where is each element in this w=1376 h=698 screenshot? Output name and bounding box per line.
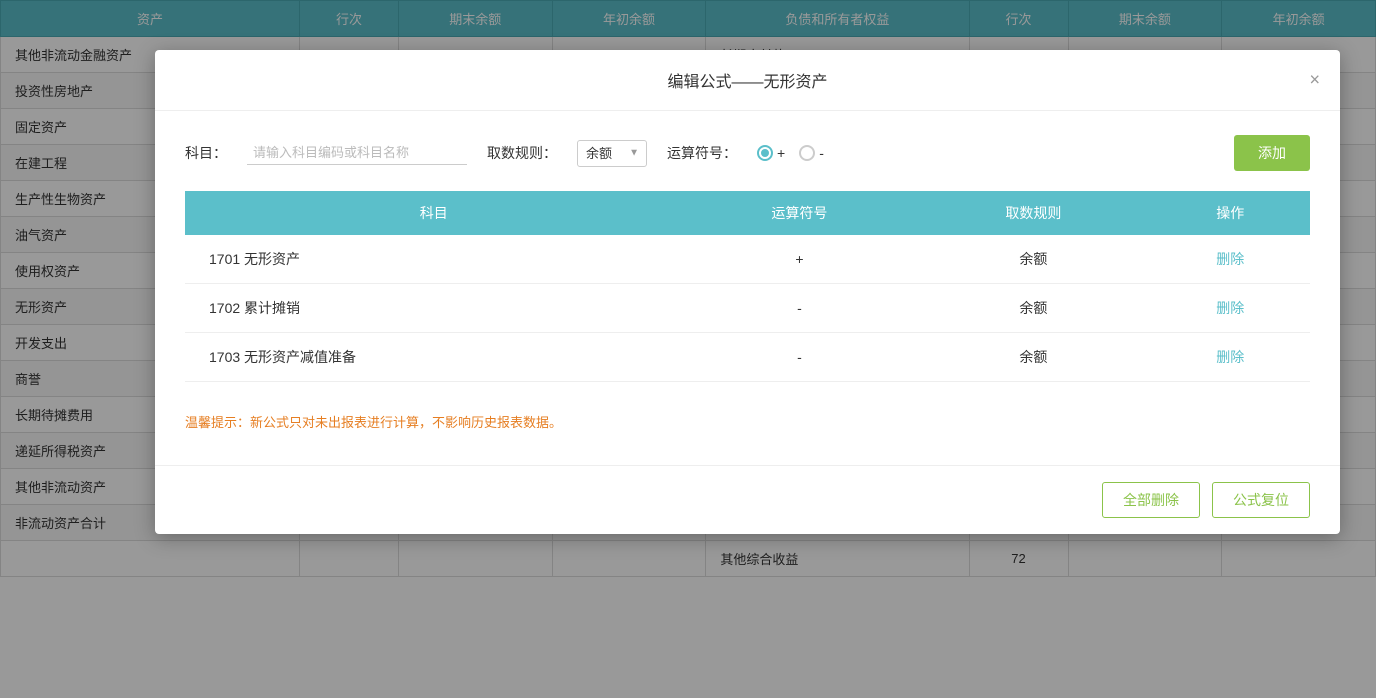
rule-select[interactable]: 余额 [577, 140, 647, 167]
form-row: 科目： 取数规则： 余额 运算符号： + - 添加 [185, 135, 1310, 171]
formula-action-cell: 删除 [1150, 235, 1310, 284]
table-header-subject: 科目 [185, 191, 682, 235]
operator-radio-group: + - [757, 145, 824, 161]
delete-row-button-2[interactable]: 删除 [1216, 347, 1244, 367]
modal-title: 编辑公式——无形资产 [667, 68, 827, 92]
operator-minus-radio[interactable]: - [799, 145, 824, 161]
table-header-rule: 取数规则 [916, 191, 1150, 235]
formula-action-cell: 删除 [1150, 284, 1310, 333]
add-button[interactable]: 添加 [1234, 135, 1310, 171]
subject-input[interactable] [247, 141, 467, 165]
operator-minus-label: - [819, 145, 824, 161]
edit-formula-modal: 编辑公式——无形资产 × 科目： 取数规则： 余额 运算符号： + [155, 50, 1340, 534]
rule-select-wrapper: 余额 [577, 140, 647, 167]
formula-operator-cell: - [682, 333, 916, 382]
operator-minus-circle [799, 145, 815, 161]
formula-rule-cell: 余额 [916, 235, 1150, 284]
formula-action-cell: 删除 [1150, 333, 1310, 382]
operator-label: 运算符号： [667, 143, 737, 163]
formula-row: 1703 无形资产减值准备 - 余额 删除 [185, 333, 1310, 382]
formula-rule-cell: 余额 [916, 333, 1150, 382]
modal-footer: 全部删除 公式复位 [155, 465, 1340, 534]
table-header-action: 操作 [1150, 191, 1310, 235]
table-header-operator: 运算符号 [682, 191, 916, 235]
formula-row: 1701 无形资产 + 余额 删除 [185, 235, 1310, 284]
operator-plus-label: + [777, 145, 785, 161]
subject-label: 科目： [185, 143, 227, 163]
reset-formula-button[interactable]: 公式复位 [1212, 482, 1310, 518]
formula-table: 科目 运算符号 取数规则 操作 1701 无形资产 + 余额 删除 1702 累… [185, 191, 1310, 382]
formula-row: 1702 累计摊销 - 余额 删除 [185, 284, 1310, 333]
delete-row-button-1[interactable]: 删除 [1216, 298, 1244, 318]
delete-row-button-0[interactable]: 删除 [1216, 249, 1244, 269]
formula-operator-cell: - [682, 284, 916, 333]
modal-body: 科目： 取数规则： 余额 运算符号： + - 添加 [155, 111, 1340, 465]
modal-close-button[interactable]: × [1309, 70, 1320, 91]
formula-subject-cell: 1701 无形资产 [185, 235, 682, 284]
formula-operator-cell: + [682, 235, 916, 284]
rule-label: 取数规则： [487, 143, 557, 163]
tip-text: 温馨提示：新公式只对未出报表进行计算，不影响历史报表数据。 [185, 402, 1310, 441]
operator-plus-circle [757, 145, 773, 161]
formula-subject-cell: 1703 无形资产减值准备 [185, 333, 682, 382]
formula-rule-cell: 余额 [916, 284, 1150, 333]
delete-all-button[interactable]: 全部删除 [1102, 482, 1200, 518]
modal-header: 编辑公式——无形资产 × [155, 50, 1340, 111]
formula-subject-cell: 1702 累计摊销 [185, 284, 682, 333]
operator-plus-radio[interactable]: + [757, 145, 785, 161]
